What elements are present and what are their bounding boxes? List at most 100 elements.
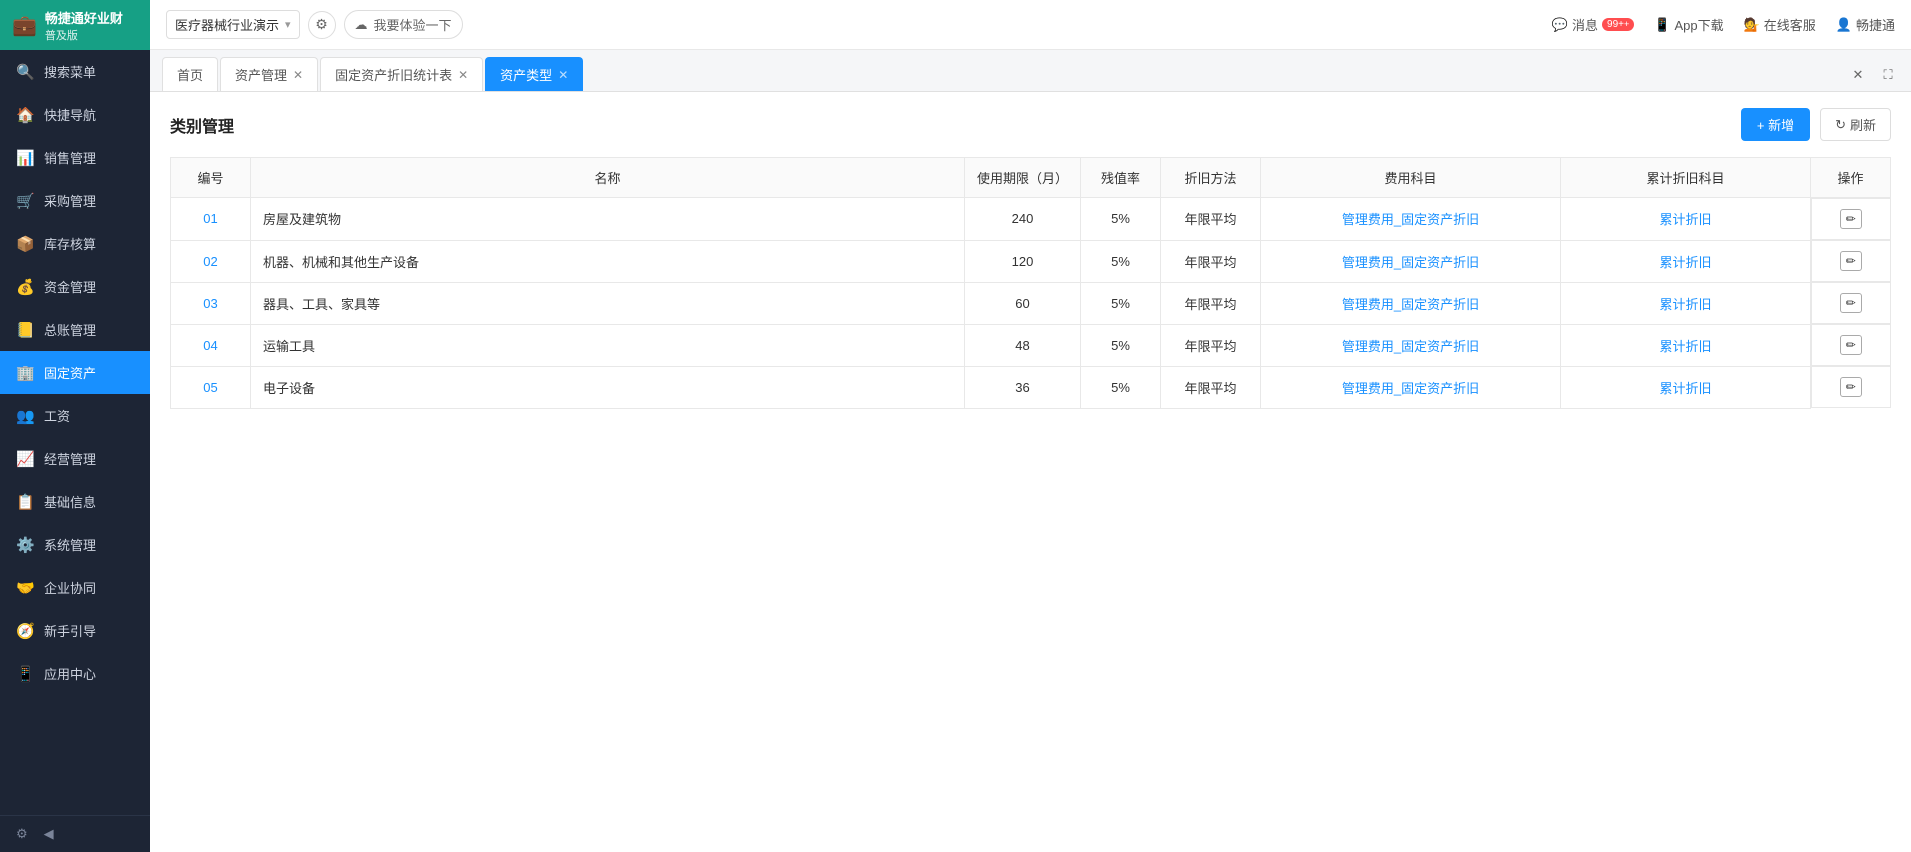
cell-edit[interactable]: ✏ xyxy=(1811,282,1891,324)
sidebar-label-search: 搜索菜单 xyxy=(44,62,96,81)
col-header-residual: 残值率 xyxy=(1081,158,1161,198)
table-header-row: 编号 名称 使用期限（月） 残值率 折旧方法 费用科目 累计折旧科目 操作 xyxy=(171,158,1891,198)
cell-expense: 管理费用_固定资产折旧 xyxy=(1261,198,1561,241)
tab-depreciation[interactable]: 固定资产折旧统计表 ✕ xyxy=(320,57,483,91)
cell-edit[interactable]: ✏ xyxy=(1811,198,1891,240)
cell-no: 04 xyxy=(171,324,251,366)
sidebar-item-sales[interactable]: 📊 销售管理 xyxy=(0,136,150,179)
col-header-period: 使用期限（月） xyxy=(964,158,1080,198)
sidebar-item-purchase[interactable]: 🛒 采购管理 xyxy=(0,179,150,222)
col-header-accum: 累计折旧科目 xyxy=(1561,158,1811,198)
sidebar-item-quick-nav[interactable]: 🏠 快捷导航 xyxy=(0,93,150,136)
expand-tab-button[interactable]: ⛶ xyxy=(1877,64,1899,86)
sidebar-label-enterprise: 企业协同 xyxy=(44,578,96,597)
sidebar-label-payroll: 工资 xyxy=(44,406,70,425)
cell-method: 年限平均 xyxy=(1161,366,1261,408)
sidebar-item-app-center[interactable]: 📱 应用中心 xyxy=(0,652,150,695)
app-download-button[interactable]: 📱 App下载 xyxy=(1654,15,1723,34)
tab-asset-mgmt[interactable]: 资产管理 ✕ xyxy=(220,57,318,91)
message-icon: 💬 xyxy=(1552,17,1568,33)
app-title: 畅捷通好业财 xyxy=(45,8,123,27)
building-icon: 🏢 xyxy=(16,364,34,382)
sidebar-header: 💼 畅捷通好业财 普及版 xyxy=(0,0,150,50)
user-label: 畅捷通 xyxy=(1856,15,1895,34)
module-name: 医疗器械行业演示 xyxy=(175,15,279,34)
experience-button[interactable]: ☁ 我要体验一下 xyxy=(344,10,463,39)
home-icon: 🏠 xyxy=(16,106,34,124)
edit-icon[interactable]: ✏ xyxy=(1840,209,1862,229)
cell-method: 年限平均 xyxy=(1161,240,1261,282)
edit-icon[interactable]: ✏ xyxy=(1840,335,1862,355)
search-icon: 🔍 xyxy=(16,63,34,81)
tab-depreciation-close[interactable]: ✕ xyxy=(458,68,468,82)
cell-residual: 5% xyxy=(1081,366,1161,408)
tab-asset-type[interactable]: 资产类型 ✕ xyxy=(485,57,583,91)
sidebar-item-base-info[interactable]: 📋 基础信息 xyxy=(0,480,150,523)
refresh-button[interactable]: ↻ 刷新 xyxy=(1820,108,1891,141)
sidebar-label-system: 系统管理 xyxy=(44,535,96,554)
settings-icon: ⚙ xyxy=(315,16,328,33)
app-icon: 💼 xyxy=(12,13,37,38)
sidebar-item-fixed-assets[interactable]: 🏢 固定资产 xyxy=(0,351,150,394)
sidebar-nav: 🔍 搜索菜单 🏠 快捷导航 📊 销售管理 🛒 采购管理 📦 库存核算 💰 资金管… xyxy=(0,50,150,815)
clipboard-icon: 📋 xyxy=(16,493,34,511)
online-service-button[interactable]: 💁 在线客服 xyxy=(1744,15,1816,34)
col-header-op: 操作 xyxy=(1811,158,1891,198)
tab-asset-mgmt-close[interactable]: ✕ xyxy=(293,68,303,82)
cell-edit[interactable]: ✏ xyxy=(1811,240,1891,282)
sidebar-item-search[interactable]: 🔍 搜索菜单 xyxy=(0,50,150,93)
app-subtitle: 普及版 xyxy=(45,27,123,43)
cell-residual: 5% xyxy=(1081,324,1161,366)
cell-period: 120 xyxy=(964,240,1080,282)
sidebar-item-operations[interactable]: 📈 经营管理 xyxy=(0,437,150,480)
cell-period: 48 xyxy=(964,324,1080,366)
col-header-no: 编号 xyxy=(171,158,251,198)
money-icon: 💰 xyxy=(16,278,34,296)
messages-label: 消息 xyxy=(1572,15,1598,34)
edit-icon[interactable]: ✏ xyxy=(1840,251,1862,271)
sidebar-item-inventory[interactable]: 📦 库存核算 xyxy=(0,222,150,265)
sidebar-item-system[interactable]: ⚙️ 系统管理 xyxy=(0,523,150,566)
tab-asset-type-label: 资产类型 xyxy=(500,65,552,84)
page-actions: + 新增 ↻ 刷新 xyxy=(1741,108,1891,141)
sidebar-item-payroll[interactable]: 👥 工资 xyxy=(0,394,150,437)
sidebar-item-ledger[interactable]: 📒 总账管理 xyxy=(0,308,150,351)
service-icon: 💁 xyxy=(1744,17,1760,33)
module-selector[interactable]: 医疗器械行业演示 ▾ xyxy=(166,10,300,39)
cell-accum: 累计折旧 xyxy=(1561,282,1811,324)
messages-badge: 99+ xyxy=(1602,18,1634,31)
sidebar: 💼 畅捷通好业财 普及版 🔍 搜索菜单 🏠 快捷导航 📊 销售管理 🛒 采购管理… xyxy=(0,0,150,852)
edit-icon[interactable]: ✏ xyxy=(1840,377,1862,397)
table-row: 05 电子设备 36 5% 年限平均 管理费用_固定资产折旧 累计折旧 ✏ xyxy=(171,366,1891,408)
new-button[interactable]: + 新增 xyxy=(1741,108,1810,141)
tab-asset-type-close[interactable]: ✕ xyxy=(558,68,568,82)
footer-settings-icon[interactable]: ⚙ xyxy=(16,826,28,842)
sidebar-item-enterprise[interactable]: 🤝 企业协同 xyxy=(0,566,150,609)
cell-name: 电子设备 xyxy=(251,366,965,408)
tab-home[interactable]: 首页 xyxy=(162,57,218,91)
compass-icon: 🧭 xyxy=(16,622,34,640)
handshake-icon: 🤝 xyxy=(16,579,34,597)
cell-expense: 管理费用_固定资产折旧 xyxy=(1261,282,1561,324)
close-tab-button[interactable]: ✕ xyxy=(1847,64,1869,86)
sidebar-label-purchase: 采购管理 xyxy=(44,191,96,210)
people-icon: 👥 xyxy=(16,407,34,425)
cell-expense: 管理费用_固定资产折旧 xyxy=(1261,240,1561,282)
cell-accum: 累计折旧 xyxy=(1561,240,1811,282)
cell-no: 03 xyxy=(171,282,251,324)
table-row: 04 运输工具 48 5% 年限平均 管理费用_固定资产折旧 累计折旧 ✏ xyxy=(171,324,1891,366)
app-download-label: App下载 xyxy=(1674,15,1723,34)
footer-collapse-icon[interactable]: ◀ xyxy=(44,826,54,842)
tabbar: 首页 资产管理 ✕ 固定资产折旧统计表 ✕ 资产类型 ✕ ✕ ⛶ xyxy=(150,50,1911,92)
cell-edit[interactable]: ✏ xyxy=(1811,324,1891,366)
sidebar-label-guide: 新手引导 xyxy=(44,621,96,640)
edit-icon[interactable]: ✏ xyxy=(1840,293,1862,313)
messages-button[interactable]: 💬 消息 99+ xyxy=(1552,15,1634,34)
table-body: 01 房屋及建筑物 240 5% 年限平均 管理费用_固定资产折旧 累计折旧 ✏… xyxy=(171,198,1891,409)
user-button[interactable]: 👤 畅捷通 xyxy=(1836,15,1895,34)
sidebar-item-capital[interactable]: 💰 资金管理 xyxy=(0,265,150,308)
sidebar-item-guide[interactable]: 🧭 新手引导 xyxy=(0,609,150,652)
cell-edit[interactable]: ✏ xyxy=(1811,366,1891,408)
sidebar-label-ledger: 总账管理 xyxy=(44,320,96,339)
settings-button[interactable]: ⚙ xyxy=(308,11,336,39)
